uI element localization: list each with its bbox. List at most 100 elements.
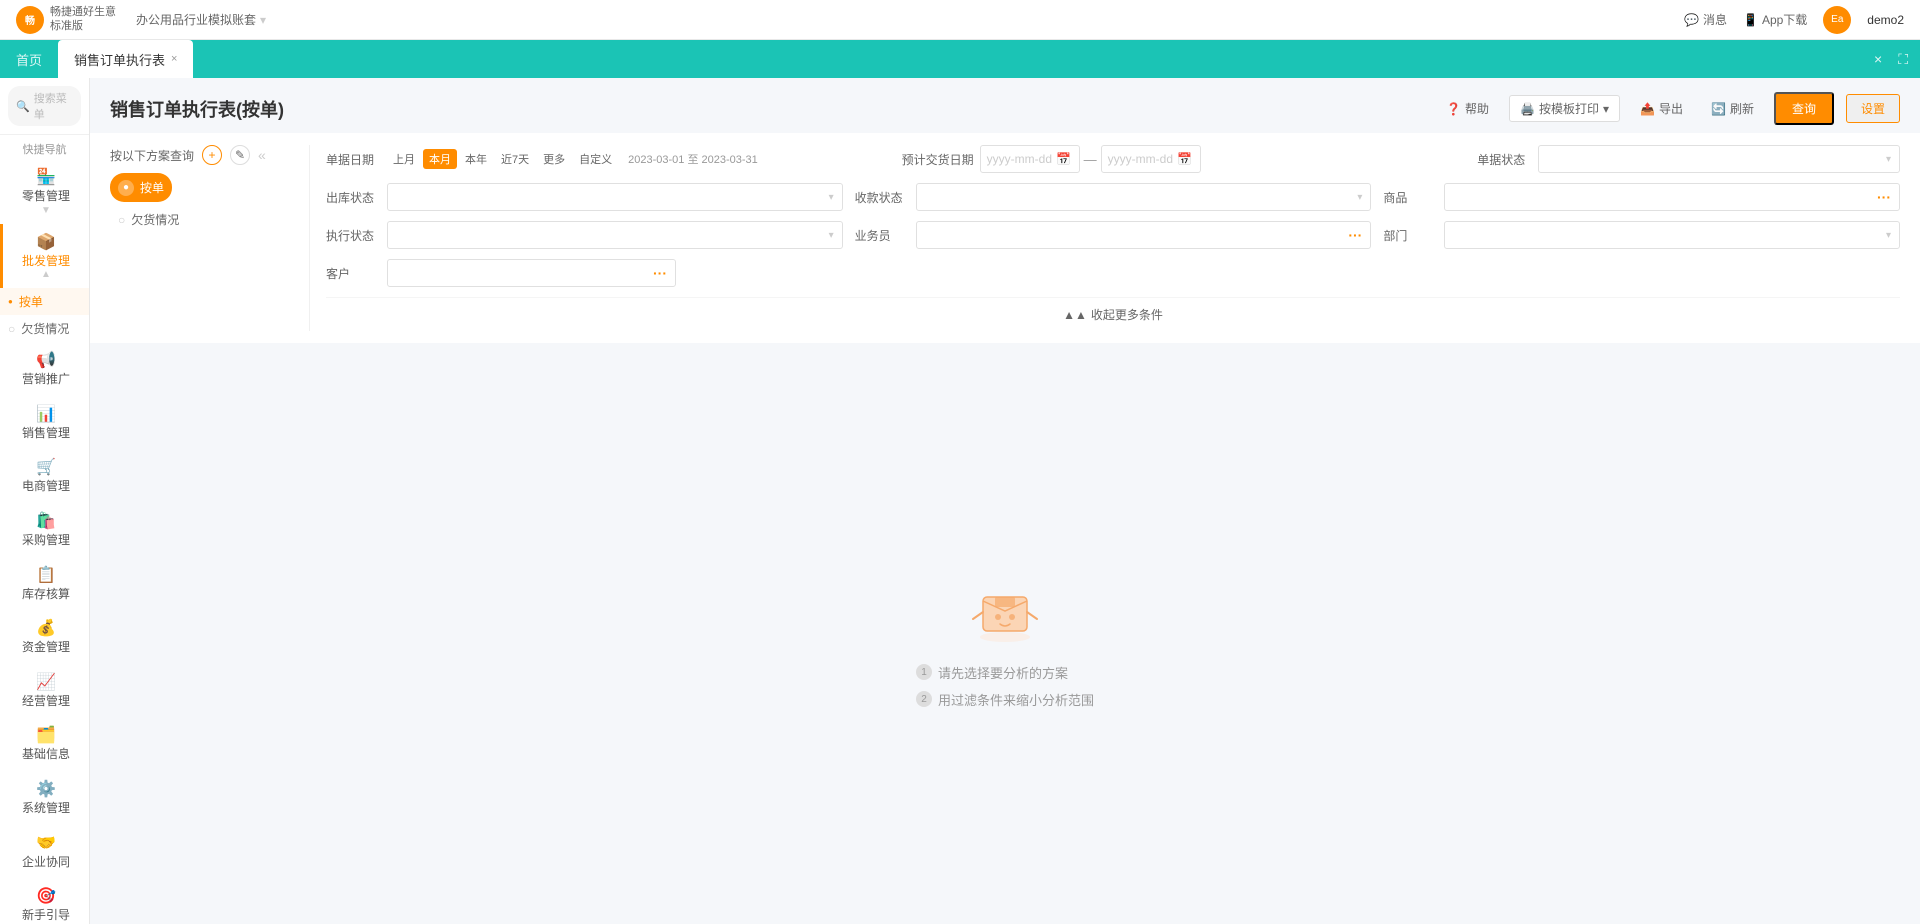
add-scheme-button[interactable]: + [202,145,222,165]
export-button[interactable]: 📤 导出 [1632,96,1691,121]
template-print-label: 按模板打印 [1539,100,1599,117]
retail-icon: 🏪 [36,167,56,187]
header-left: 畅 畅捷通好生意 标准版 办公用品行业模拟账套 ▾ [16,6,266,34]
wholesale-label: 批发管理 [22,254,70,270]
sidebar: 🔍 搜索菜单 快捷导航 🏪 零售管理 ▼ 📦 批发管理 ▲ ● 按单 ○ 欠货情… [0,78,90,924]
message-icon: 💬 [1684,13,1699,27]
sidebar-item-sales[interactable]: 📊 销售管理 [0,396,89,450]
sidebar-item-finance[interactable]: 💰 资金管理 [0,610,89,664]
query-button[interactable]: 查询 [1774,92,1834,125]
app-download-button[interactable]: 📱 App下载 [1743,11,1807,28]
newuser-label: 新手引导 [22,908,70,924]
content-area: 销售订单执行表(按单) ❓ 帮助 🖨️ 按模板打印 ▾ 📤 导出 🔄 刷新 [90,78,1920,924]
marketing-icon: 📢 [36,350,56,370]
goods-dots-icon[interactable]: ··· [1877,189,1891,205]
scheme-item-by-order[interactable]: ● 按单 [110,173,172,202]
help-button[interactable]: ❓ 帮助 [1438,96,1497,121]
collapse-more-button[interactable]: ▲▲ 收起更多条件 [326,297,1900,331]
hint-text-2: 用过滤条件来缩小分析范围 [938,690,1094,709]
sidebar-item-enterprise[interactable]: 🤝 企业协同 [0,825,89,879]
calendar-from-icon[interactable]: 📅 [1056,152,1071,166]
sidebar-item-operation[interactable]: 📈 经营管理 [0,664,89,718]
goods-input[interactable]: ··· [1444,183,1900,211]
date-tab-current-month[interactable]: 本月 [423,149,457,169]
finance-label: 资金管理 [22,640,70,656]
collapse-more-label: 收起更多条件 [1091,306,1163,323]
date-tab-7days[interactable]: 近7天 [495,149,535,169]
sidebar-item-marketing[interactable]: 📢 营销推广 [0,342,89,396]
sidebar-item-wholesale[interactable]: 📦 批发管理 ▲ [0,224,89,289]
sidebar-sub-item-shortage[interactable]: ○ 欠货情况 [0,315,89,342]
bill-status-select[interactable]: ▾ [1538,145,1900,173]
header-right: 💬 消息 📱 App下载 Ea demo2 [1684,6,1904,34]
breadcrumb-text: 办公用品行业模拟账套 [136,11,256,28]
sidebar-item-basic-info[interactable]: 🗂️ 基础信息 [0,717,89,771]
scheme-shortage-icon: ○ [118,213,125,227]
date-filter-group: 单据日期 上月 本月 本年 近7天 更多 自定义 2023-03-01 至 20… [326,149,890,169]
tab-close-all-icon[interactable]: × [1870,47,1886,71]
tab-close-icon[interactable]: × [171,53,177,65]
payment-status-label: 收款状态 [855,189,910,206]
customer-group: 客户 ··· [326,259,676,287]
operation-label: 经营管理 [22,694,70,710]
date-tab-year[interactable]: 本年 [459,149,493,169]
sub-item-shortage-label: 欠货情况 [21,320,69,337]
message-button[interactable]: 💬 消息 [1684,11,1727,28]
refresh-button[interactable]: 🔄 刷新 [1703,96,1762,121]
empty-hint-1: 1 请先选择要分析的方案 [916,663,1094,682]
date-tab-last-month[interactable]: 上月 [387,149,421,169]
user-name[interactable]: demo2 [1867,13,1904,27]
sidebar-search-label: 搜索菜单 [34,90,73,122]
settings-label: 设置 [1861,100,1885,117]
sidebar-item-inventory[interactable]: 📋 库存核算 [0,557,89,611]
payment-status-select[interactable]: ▾ [916,183,1372,211]
scheme-active-icon: ● [118,180,134,196]
customer-input[interactable]: ··· [387,259,676,287]
execution-status-label: 执行状态 [326,227,381,244]
sidebar-item-ecommerce[interactable]: 🛒 电商管理 [0,449,89,503]
tab-home[interactable]: 首页 [0,40,58,78]
page-header-actions: ❓ 帮助 🖨️ 按模板打印 ▾ 📤 导出 🔄 刷新 查询 [1438,92,1900,125]
hint-number-2: 2 [916,691,932,707]
filter-scheme-section: 按以下方案查询 + ✎ « ● 按单 ○ 欠货情况 [110,145,310,331]
date-tab-more[interactable]: 更多 [537,149,571,169]
delivery-status-select[interactable]: ▾ [387,183,843,211]
settings-button[interactable]: 设置 [1846,94,1900,123]
expected-date-from: yyyy-mm-dd 📅 — yyyy-mm-dd 📅 [980,145,1201,173]
sidebar-search-input[interactable]: 🔍 搜索菜单 [8,86,81,126]
scheme-item-shortage[interactable]: ○ 欠货情况 [110,206,297,233]
export-icon: 📤 [1640,102,1655,116]
sidebar-sub-item-by-order[interactable]: ● 按单 [0,288,89,315]
collapse-scheme-icon[interactable]: « [258,147,266,163]
sidebar-item-retail[interactable]: 🏪 零售管理 ▼ [0,159,89,224]
sidebar-item-purchase[interactable]: 🛍️ 采购管理 [0,503,89,557]
sidebar-search-area[interactable]: 🔍 搜索菜单 [0,78,89,135]
finance-icon: 💰 [36,618,56,638]
department-select[interactable]: ▾ [1444,221,1900,249]
salesperson-dots-icon[interactable]: ··· [1348,227,1362,243]
execution-status-select[interactable]: ▾ [387,221,843,249]
sidebar-item-newuser[interactable]: 🎯 新手引导 [0,878,89,924]
operation-icon: 📈 [36,672,56,692]
salesperson-input[interactable]: ··· [916,221,1372,249]
expected-date-from-input[interactable]: yyyy-mm-dd 📅 [980,145,1080,173]
tab-fullscreen-icon[interactable]: ⛶ [1894,47,1912,72]
tab-sales-order[interactable]: 销售订单执行表 × [58,40,193,78]
date-separator: — [1084,152,1097,167]
tab-bar-actions: × ⛶ [1870,47,1920,72]
hint-text-1: 请先选择要分析的方案 [938,663,1068,682]
sales-icon: 📊 [36,404,56,424]
date-tab-custom[interactable]: 自定义 [573,149,618,169]
page-header: 销售订单执行表(按单) ❓ 帮助 🖨️ 按模板打印 ▾ 📤 导出 🔄 刷新 [90,78,1920,133]
calendar-to-icon[interactable]: 📅 [1177,152,1192,166]
template-print-arrow-icon: ▾ [1603,102,1609,116]
sidebar-item-system[interactable]: ⚙️ 系统管理 [0,771,89,825]
customer-dots-icon[interactable]: ··· [653,265,667,281]
expected-date-to-input[interactable]: yyyy-mm-dd 📅 [1101,145,1201,173]
tab-home-label: 首页 [16,50,42,69]
user-avatar[interactable]: Ea [1823,6,1851,34]
date-tabs: 上月 本月 本年 近7天 更多 自定义 [387,149,618,169]
system-icon: ⚙️ [36,779,56,799]
edit-scheme-button[interactable]: ✎ [230,145,250,165]
template-print-button[interactable]: 🖨️ 按模板打印 ▾ [1509,95,1620,122]
